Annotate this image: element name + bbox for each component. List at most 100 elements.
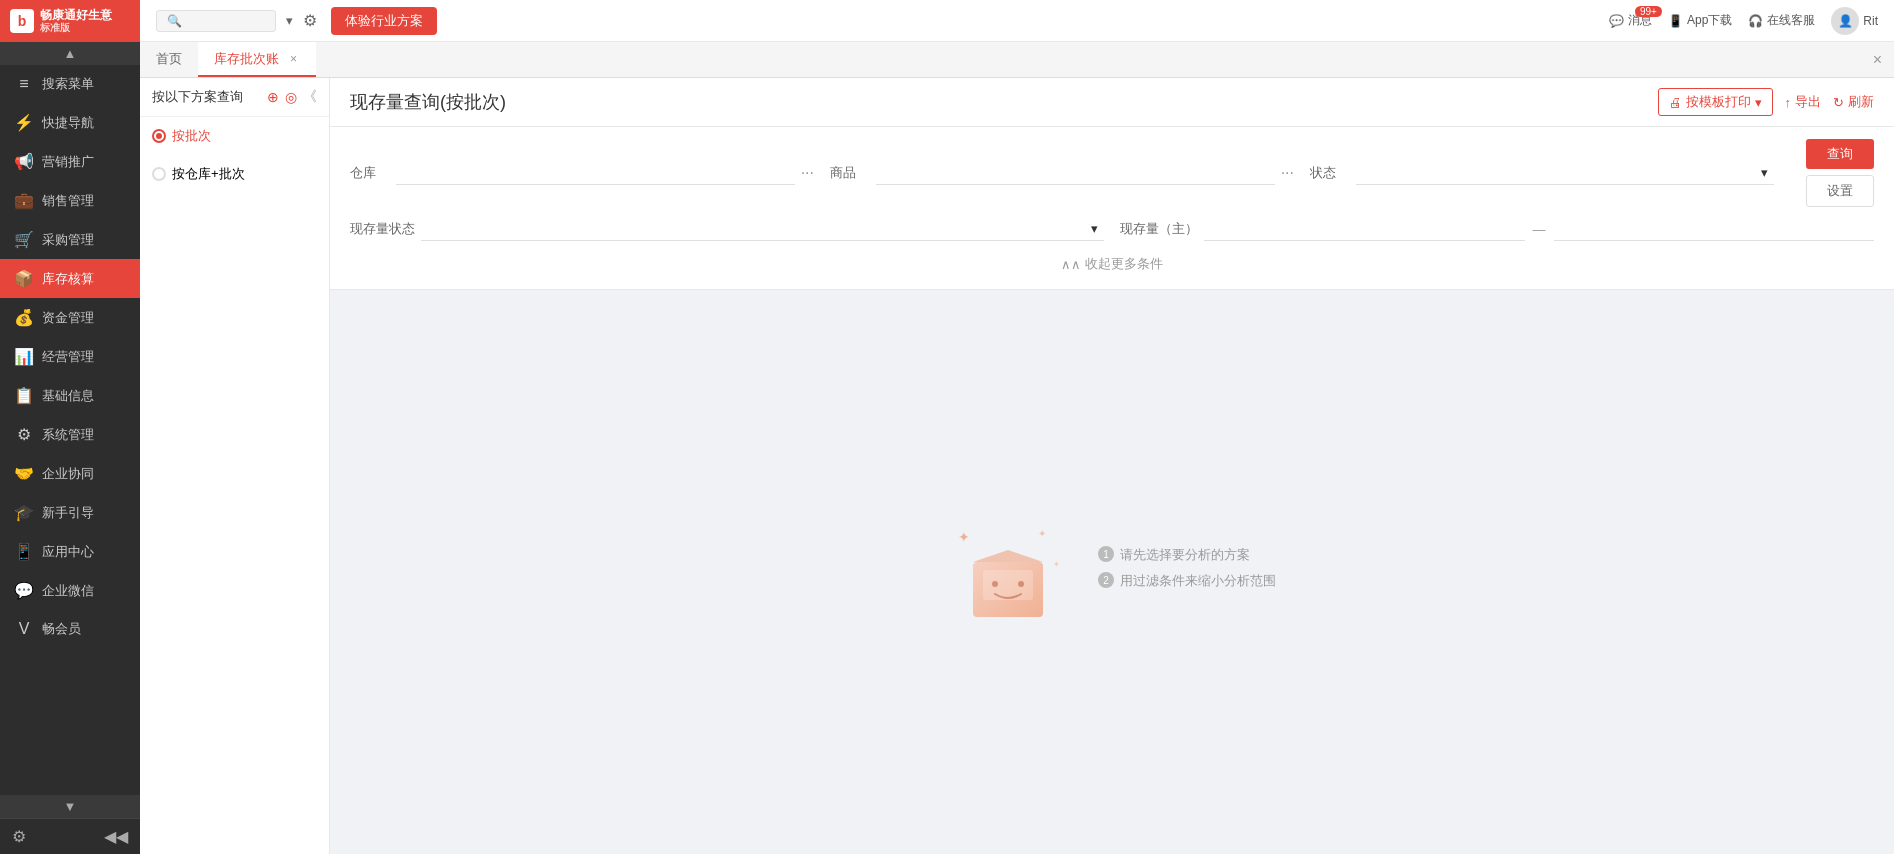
sidebar-item-营销推广[interactable]: 📢营销推广 [0,142,140,181]
filter-radio-by-batch [152,129,166,143]
nav-icon-11: 🎓 [14,503,34,522]
sidebar-item-销售管理[interactable]: 💼销售管理 [0,181,140,220]
svg-marker-1 [973,550,1043,562]
avatar: 👤 [1831,7,1859,35]
nav-icon-1: ⚡ [14,113,34,132]
sidebar-item-搜索菜单[interactable]: ≡搜索菜单 [0,65,140,103]
user-name: Rit [1863,14,1878,28]
main-area: 🔍 ▾ ⚙ 体验行业方案 💬 消息 99+ 📱 App下载 🎧 在线客服 � [140,0,1894,854]
app-name-group: 畅康通好生意 标准版 [40,8,112,34]
refresh-icon: ↻ [1833,95,1844,110]
warehouse-more-icon[interactable]: ··· [801,164,814,182]
sidebar-item-经营管理[interactable]: 📊经营管理 [0,337,140,376]
sidebar-item-快捷导航[interactable]: ⚡快捷导航 [0,103,140,142]
collapse-panel-icon[interactable]: 《 [303,88,317,106]
filter-item-by-batch[interactable]: 按批次 [140,117,329,155]
scheme-settings-icon[interactable]: ◎ [285,89,297,105]
online-service-item[interactable]: 🎧 在线客服 [1748,12,1815,29]
goods-input[interactable] [876,161,1275,185]
app-download-item[interactable]: 📱 App下载 [1668,12,1732,29]
sidebar-item-畅会员[interactable]: V畅会员 [0,610,140,648]
filter-panel-icons: ⊕ ◎ 《 [267,88,317,106]
filter-row-1: 仓库 ··· 商品 ··· 状态 ▾ [350,139,1874,207]
app-download-label: App下载 [1687,12,1732,29]
online-service-label: 在线客服 [1767,12,1815,29]
export-button[interactable]: ↑ 导出 [1785,93,1822,111]
empty-tip-1: 1 请先选择要分析的方案 [1098,546,1276,564]
tab-home[interactable]: 首页 [140,42,198,77]
sidebar-item-库存核算[interactable]: 📦库存核算 [0,259,140,298]
set-button[interactable]: 设置 [1806,175,1874,207]
warehouse-input[interactable] [396,161,795,185]
filter-item-by-warehouse-batch[interactable]: 按仓库+批次 [140,155,329,193]
sidebar-item-新手引导[interactable]: 🎓新手引导 [0,493,140,532]
sidebar-item-应用中心[interactable]: 📱 应用中心 [0,532,140,571]
nav-label-2: 营销推广 [42,153,94,171]
goods-more-icon[interactable]: ··· [1281,164,1294,182]
print-button[interactable]: 🖨 按模板打印 ▾ [1658,88,1773,116]
tab-close-all-icon[interactable]: × [1861,51,1894,69]
topbar-search[interactable]: 🔍 [156,10,276,32]
nav-icon-0: ≡ [14,75,34,93]
trial-button[interactable]: 体验行业方案 [331,7,437,35]
inventory-qty-max[interactable] [1554,217,1875,241]
topbar-dropdown-icon[interactable]: ▾ [286,13,293,28]
tab-home-label: 首页 [156,50,182,68]
empty-illustration: ✦ ✦ ✦ [948,512,1068,632]
svg-rect-2 [983,570,1033,600]
page-header: 现存量查询(按批次) 🖨 按模板打印 ▾ ↑ 导出 ↻ 刷新 [330,78,1894,127]
nav-label-6: 资金管理 [42,309,94,327]
inventory-qty-min[interactable] [1204,217,1525,241]
inventory-qty-range: — [1204,217,1874,241]
search-icon: 🔍 [167,14,182,28]
svg-text:✦: ✦ [1053,560,1060,569]
svg-text:✦: ✦ [958,529,970,545]
tabbar: 首页 库存批次账 × × [140,42,1894,78]
filter-label-by-batch: 按批次 [172,127,211,145]
sidebar-item-系统管理[interactable]: ⚙系统管理 [0,415,140,454]
nav-label-8: 基础信息 [42,387,94,405]
inventory-qty-label: 现存量（主） [1120,220,1198,238]
sidebar-item-企业微信[interactable]: 💬企业微信 [0,571,140,610]
sidebar-item-采购管理[interactable]: 🛒采购管理 [0,220,140,259]
add-scheme-icon[interactable]: ⊕ [267,89,279,105]
app-download-icon: 📱 [1668,14,1683,28]
refresh-button[interactable]: ↻ 刷新 [1833,93,1874,111]
goods-label: 商品 [830,164,870,182]
user-profile[interactable]: 👤 Rit [1831,7,1878,35]
inventory-status-select[interactable]: ▾ [421,217,1104,241]
filter-bar: 仓库 ··· 商品 ··· 状态 ▾ [330,127,1894,290]
status-dropdown-icon: ▾ [1761,165,1768,180]
tip-text-1: 请先选择要分析的方案 [1120,546,1250,564]
page-header-actions: 🖨 按模板打印 ▾ ↑ 导出 ↻ 刷新 [1658,88,1875,126]
notifications-item[interactable]: 💬 消息 99+ [1609,12,1652,29]
app-name: 畅康通好生意 [40,8,112,22]
sidebar: b 畅康通好生意 标准版 ▲ ≡搜索菜单⚡快捷导航📢营销推广💼销售管理🛒采购管理… [0,0,140,854]
sidebar-item-资金管理[interactable]: 💰资金管理 [0,298,140,337]
sidebar-item-基础信息[interactable]: 📋基础信息 [0,376,140,415]
nav-label-3: 销售管理 [42,192,94,210]
nav-icon-7: 📊 [14,347,34,366]
sidebar-item-企业协同[interactable]: 🤝企业协同 [0,454,140,493]
inventory-qty-field: 现存量（主） — [1120,217,1874,241]
empty-tip-2: 2 用过滤条件来缩小分析范围 [1098,572,1276,590]
settings-icon[interactable]: ⚙ [12,827,26,846]
nav-icon-9: ⚙ [14,425,34,444]
sidebar-scroll-up[interactable]: ▲ [0,42,140,65]
filter-panel: 按以下方案查询 ⊕ ◎ 《 按批次 按仓库+批次 [140,78,330,854]
sidebar-scroll-down[interactable]: ▼ [0,795,140,818]
print-dropdown-icon[interactable]: ▾ [1755,95,1762,110]
tab-inventory-batch[interactable]: 库存批次账 × [198,42,316,77]
nav-icon-12: 📱 [14,542,34,561]
filter-panel-header: 按以下方案查询 ⊕ ◎ 《 [140,78,329,117]
inventory-status-dropdown-icon: ▾ [1091,221,1098,236]
collapse-sidebar-icon[interactable]: ◀◀ [104,827,128,846]
topbar-settings-icon[interactable]: ⚙ [303,11,317,30]
tab-close-icon[interactable]: × [287,51,300,67]
empty-tips: 1 请先选择要分析的方案 2 用过滤条件来缩小分析范围 [1098,546,1276,598]
nav-label-12: 应用中心 [42,543,94,561]
inventory-status-label: 现存量状态 [350,220,415,238]
collapse-more-btn[interactable]: ∧∧ 收起更多条件 [350,251,1874,277]
status-select[interactable]: ▾ [1356,161,1774,185]
query-button[interactable]: 查询 [1806,139,1874,169]
